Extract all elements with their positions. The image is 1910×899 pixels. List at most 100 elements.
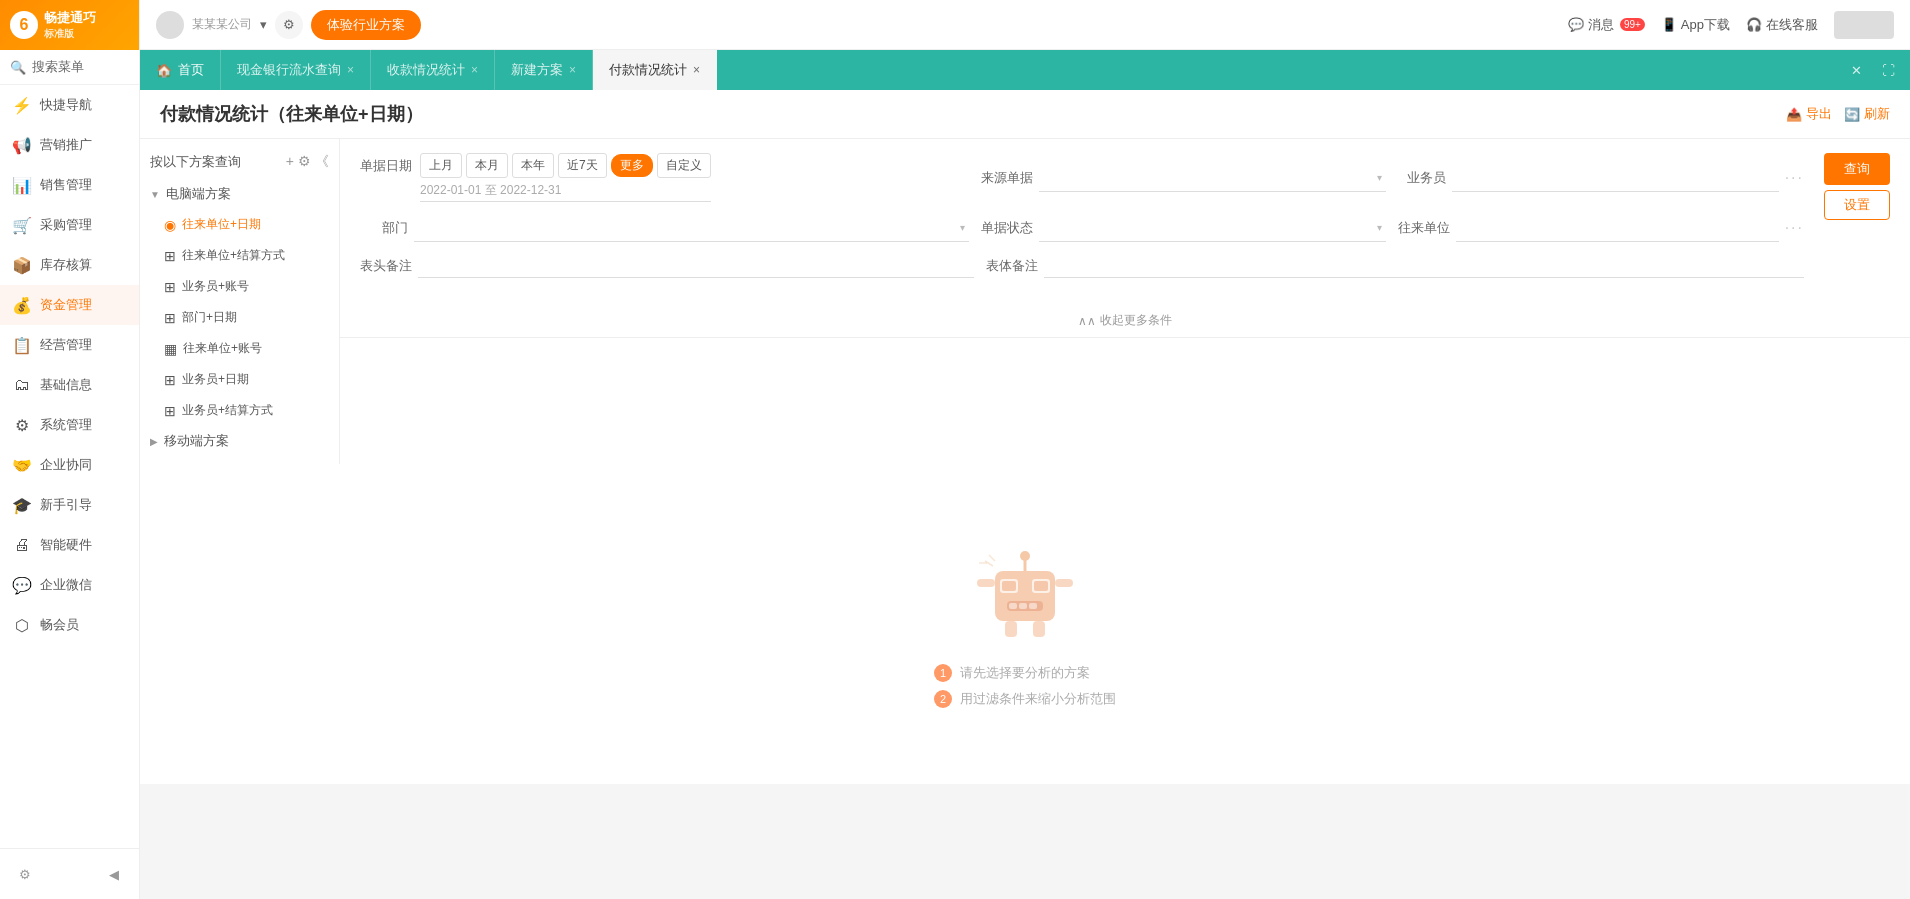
export-button[interactable]: 📤 导出 [1786,105,1832,123]
svg-rect-6 [1009,603,1017,609]
close-all-tabs-button[interactable]: ✕ [1842,56,1870,84]
svg-rect-7 [1019,603,1027,609]
tab-home-label: 首页 [178,61,204,79]
messages-item[interactable]: 💬 消息 99+ [1568,16,1645,34]
online-service-item[interactable]: 🎧 在线客服 [1746,16,1818,34]
sidebar-item-purchase[interactable]: 🛒 采购管理 [0,205,139,245]
counterpart-input[interactable] [1456,214,1778,242]
user-company: 某某某公司 [192,16,252,33]
sidebar-item-vip[interactable]: ⬡ 畅会员 [0,605,139,645]
mobile-plans-group[interactable]: ▶ 移动端方案 [140,426,339,456]
sidebar-item-system[interactable]: ⚙ 系统管理 [0,405,139,445]
header-note-input[interactable] [418,254,974,278]
plan-item-icon: ⊞ [164,279,176,295]
date-this-year[interactable]: 本年 [512,153,554,178]
app-logo: 6 畅捷通巧 标准版 [0,0,139,50]
query-button[interactable]: 查询 [1824,153,1890,185]
tab-new-plan-close[interactable]: × [569,63,576,77]
sidebar-item-hardware[interactable]: 🖨 智能硬件 [0,525,139,565]
wechat-icon: 💬 [12,575,32,595]
system-icon: ⚙ [12,415,32,435]
tab-bank-flow-close[interactable]: × [347,63,354,77]
sidebar-settings-btn[interactable]: ⚙ [10,859,40,889]
sidebar-item-marketing[interactable]: 📢 营销推广 [0,125,139,165]
tab-payment-stats-close[interactable]: × [693,63,700,77]
tab-home[interactable]: 🏠 首页 [140,50,221,90]
sidebar-collapse-btn[interactable]: ◀ [99,859,129,889]
empty-hints: 1 请先选择要分析的方案 2 用过滤条件来缩小分析范围 [934,664,1116,708]
staff-filter-cell: 业务员 ··· [1398,164,1804,192]
plan-item-dept-date[interactable]: ⊞ 部门+日期 [140,302,339,333]
plan-item-unit-date[interactable]: ◉ 往来单位+日期 [140,209,339,240]
app-download-item[interactable]: 📱 App下载 [1661,16,1730,34]
plan-sidebar-header: 按以下方案查询 + ⚙ 《 [140,147,339,179]
plan-item-unit-settle[interactable]: ⊞ 往来单位+结算方式 [140,240,339,271]
sidebar-item-guide[interactable]: 🎓 新手引导 [0,485,139,525]
sidebar-item-sales[interactable]: 📊 销售管理 [0,165,139,205]
sidebar-item-cooperation[interactable]: 🤝 企业协同 [0,445,139,485]
date-this-month[interactable]: 本月 [466,153,508,178]
purchase-label: 采购管理 [40,216,92,234]
tab-new-plan[interactable]: 新建方案 × [495,50,593,90]
body-note-label: 表体备注 [986,257,1038,275]
counterpart-dots[interactable]: ··· [1785,219,1804,237]
tab-bank-flow[interactable]: 现金银行流水查询 × [221,50,371,90]
staff-input[interactable] [1452,164,1778,192]
body-note-input[interactable] [1044,254,1804,278]
header-dropdown-button[interactable]: ▾ [260,17,267,32]
date-last-month[interactable]: 上月 [420,153,462,178]
content-area: 付款情况统计（往来单位+日期） 📤 导出 🔄 刷新 按以 [140,90,1910,899]
source-arrow-icon: ▾ [1377,172,1382,183]
cooperation-label: 企业协同 [40,456,92,474]
voucher-status-input[interactable]: ▾ [1039,214,1387,242]
plan-item-staff-date[interactable]: ⊞ 业务员+日期 [140,364,339,395]
sidebar-item-quick-nav[interactable]: ⚡ 快捷导航 [0,85,139,125]
svg-rect-4 [1034,581,1048,591]
funds-icon: 💰 [12,295,32,315]
refresh-button[interactable]: 🔄 刷新 [1844,105,1890,123]
plan-active-icon: ◉ [164,217,176,233]
sidebar-item-funds[interactable]: 💰 资金管理 [0,285,139,325]
trial-industry-button[interactable]: 体验行业方案 [311,10,421,40]
tab-payment-stats[interactable]: 付款情况统计 × [593,50,717,90]
counterpart-label: 往来单位 [1398,219,1450,237]
empty-state: 1 请先选择要分析的方案 2 用过滤条件来缩小分析范围 [140,464,1910,784]
date-more[interactable]: 更多 [611,154,653,177]
source-input[interactable]: ▾ [1039,164,1387,192]
search-menu[interactable]: 🔍 搜索菜单 [0,50,139,85]
dept-input[interactable]: ▾ [414,214,969,242]
date-buttons-row: 上月 本月 本年 近7天 更多 自定义 [420,153,711,178]
hint-text-2: 用过滤条件来缩小分析范围 [960,690,1116,708]
plan-item-unit-account[interactable]: ▦ 往来单位+账号 [140,333,339,364]
maximize-button[interactable]: ⛶ [1874,56,1902,84]
desktop-plans-group: ▼ 电脑端方案 ◉ 往来单位+日期 ⊞ 往来单位+结算方式 ⊞ [140,179,339,426]
filter-content: 单据日期 上月 本月 本年 近7天 更多 自定义 [340,139,1824,304]
settings-small-button[interactable]: 设置 [1824,190,1890,220]
sidebar-item-inventory[interactable]: 📦 库存核算 [0,245,139,285]
svg-rect-12 [1055,579,1073,587]
system-label: 系统管理 [40,416,92,434]
date-custom[interactable]: 自定义 [657,153,711,178]
staff-dots[interactable]: ··· [1785,169,1804,187]
sidebar-item-base-info[interactable]: 🗂 基础信息 [0,365,139,405]
hint-num-1: 1 [934,664,952,682]
empty-illustration [965,541,1085,644]
date-last-7-days[interactable]: 近7天 [558,153,607,178]
plan-sidebar: 按以下方案查询 + ⚙ 《 ▼ 电脑端方案 [140,139,340,464]
sidebar-item-operations[interactable]: 📋 经营管理 [0,325,139,365]
tab-revenue-stats-close[interactable]: × [471,63,478,77]
hint-text-1: 请先选择要分析的方案 [960,664,1090,682]
desktop-group-title[interactable]: ▼ 电脑端方案 [140,179,339,209]
plan-item-staff-account[interactable]: ⊞ 业务员+账号 [140,271,339,302]
tab-revenue-stats[interactable]: 收款情况统计 × [371,50,495,90]
plan-item-staff-settle[interactable]: ⊞ 业务员+结算方式 [140,395,339,426]
plan-collapse-icon[interactable]: 《 [315,153,329,171]
header-note-label: 表头备注 [360,257,412,275]
header-settings-button[interactable]: ⚙ [275,11,303,39]
collapse-conditions-button[interactable]: ∧∧ 收起更多条件 [1078,312,1172,329]
plan-settings-icon[interactable]: ⚙ [298,153,311,171]
plan-add-icon[interactable]: + [286,153,294,171]
plan-sidebar-icons: + ⚙ 《 [286,153,329,171]
sidebar-item-wechat[interactable]: 💬 企业微信 [0,565,139,605]
messages-label: 消息 [1588,16,1614,34]
